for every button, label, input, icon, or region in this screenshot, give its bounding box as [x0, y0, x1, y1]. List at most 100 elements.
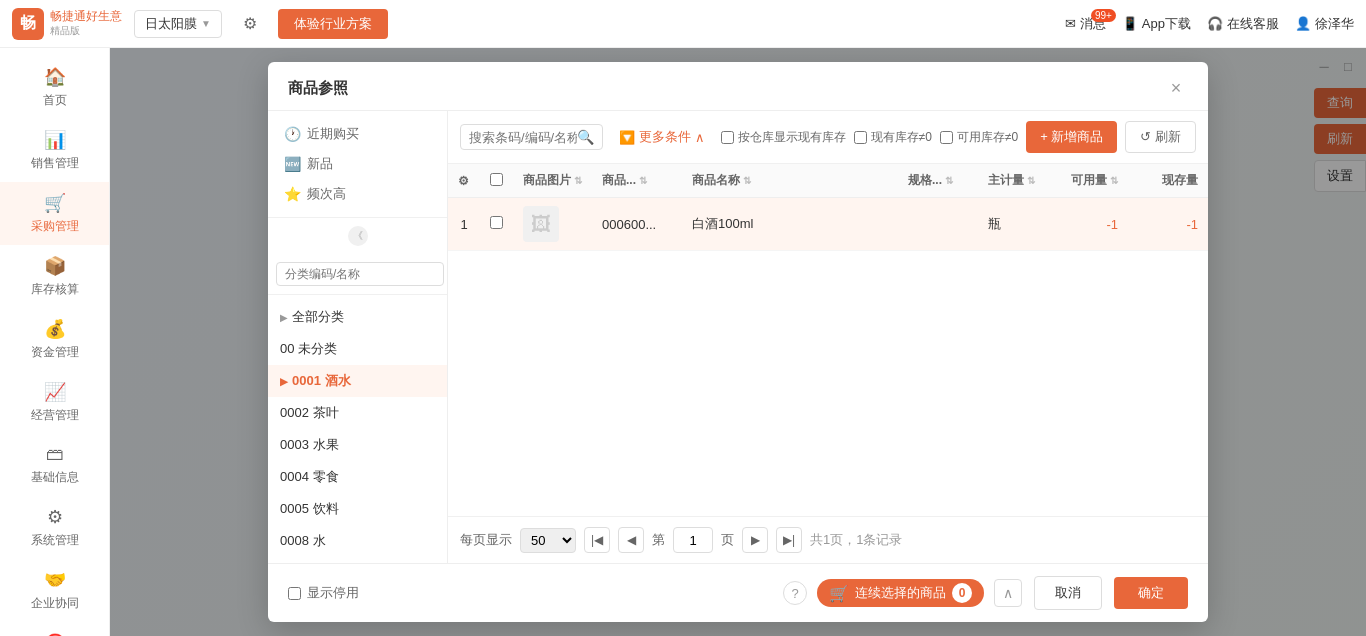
name-header-label: 商品名称 [692, 172, 740, 189]
table-header-spec: 规格... ⇅ [898, 164, 978, 198]
available-filter[interactable]: 可用库存≠0 [940, 129, 1018, 146]
help-icon[interactable]: ? [783, 581, 807, 605]
product-code-cell: 000600... [592, 198, 682, 251]
modal-body: 🕐 近期购买 🆕 新品 ⭐ 频次高 [268, 111, 1208, 563]
cat-item-tea[interactable]: 0002 茶叶 [268, 397, 447, 429]
add-product-button[interactable]: + 新增商品 [1026, 121, 1117, 153]
cat-arrow-icon: ▶ [280, 312, 288, 323]
sidebar-item-operations[interactable]: 📈 经营管理 [0, 371, 109, 434]
show-disabled-input[interactable] [288, 587, 301, 600]
toolbar-right: + 新增商品 ↺ 刷新 [1026, 121, 1196, 153]
current-stock-checkbox[interactable] [854, 131, 867, 144]
cat-item-liquor[interactable]: ▶ 0001 酒水 [268, 365, 447, 397]
cat-item-water[interactable]: 0008 水 [268, 525, 447, 557]
collapse-panel-button[interactable]: 《 [348, 226, 368, 246]
cat-item-snacks[interactable]: 0004 零食 [268, 461, 447, 493]
cat-label: 0001 酒水 [292, 372, 351, 390]
warehouse-filter[interactable]: 按仓库显示现有库存 [721, 129, 846, 146]
collapse-up-button[interactable]: ∧ [994, 579, 1022, 607]
row-checkbox[interactable] [490, 216, 503, 229]
current-stock-filter[interactable]: 现有库存≠0 [854, 129, 932, 146]
product-stock: -1 [1186, 217, 1198, 232]
cat-item-unclassified[interactable]: 00 未分类 [268, 333, 447, 365]
cat-item-all[interactable]: ▶ 全部分类 [268, 301, 447, 333]
cat-item-fruit[interactable]: 0003 水果 [268, 429, 447, 461]
table-header-settings[interactable]: ⚙ [448, 164, 480, 198]
product-unit: 瓶 [988, 216, 1001, 231]
next-page-button[interactable]: ▶ [742, 527, 768, 553]
nav-selector[interactable]: 日太阳膜 ▼ [134, 10, 222, 38]
confirm-button[interactable]: 确定 [1114, 577, 1188, 609]
cancel-button[interactable]: 取消 [1034, 576, 1102, 610]
topbar-right: ✉ 消息 99+ 📱 App下载 🎧 在线客服 👤 徐泽华 [1065, 15, 1354, 33]
product-unit-cell: 瓶 [978, 198, 1048, 251]
quick-high-frequency[interactable]: ⭐ 频次高 [276, 179, 439, 209]
sort-icon: ⇅ [743, 175, 751, 186]
per-page-select[interactable]: 50 100 [520, 528, 576, 553]
sidebar-item-finance[interactable]: 💰 资金管理 [0, 308, 109, 371]
sidebar-item-sales[interactable]: 📊 销售管理 [0, 119, 109, 182]
product-search-input[interactable] [469, 130, 577, 145]
cart-button[interactable]: 🛒 连续选择的商品 0 [817, 579, 984, 607]
user-avatar[interactable]: 👤 徐泽华 [1295, 15, 1354, 33]
headset-icon: 🎧 [1207, 16, 1223, 31]
show-disabled-label: 显示停用 [307, 584, 359, 602]
select-all-checkbox[interactable] [490, 173, 503, 186]
cat-label: 0002 茶叶 [280, 404, 339, 422]
table-row[interactable]: 1 🖼 [448, 198, 1208, 251]
message-button[interactable]: ✉ 消息 99+ [1065, 15, 1106, 33]
page-number-input[interactable] [673, 527, 713, 553]
product-spec-cell [898, 198, 978, 251]
page-label: 第 [652, 531, 665, 549]
first-page-button[interactable]: |◀ [584, 527, 610, 553]
category-panel: 🕐 近期购买 🆕 新品 ⭐ 频次高 [268, 111, 448, 563]
sort-icon: ⇅ [639, 175, 647, 186]
cat-item-drinks[interactable]: 0005 饮料 [268, 493, 447, 525]
app-download-button[interactable]: 📱 App下载 [1122, 15, 1191, 33]
available-checkbox[interactable] [940, 131, 953, 144]
sidebar-item-home[interactable]: 🏠 首页 [0, 56, 109, 119]
logo-sub: 精品版 [50, 24, 122, 38]
settings-icon[interactable]: ⚙ [234, 8, 266, 40]
system-icon: ⚙ [47, 506, 63, 528]
trial-button[interactable]: 体验行业方案 [278, 9, 388, 39]
guide-icon: 🎯 [44, 632, 66, 636]
page-suffix: 页 [721, 531, 734, 549]
more-filter-button[interactable]: 🔽 更多条件 ∧ [611, 124, 713, 150]
sidebar: 🏠 首页 📊 销售管理 🛒 采购管理 📦 库存核算 💰 资金管理 📈 经营管理 … [0, 48, 110, 636]
sidebar-item-label: 企业协同 [31, 595, 79, 612]
search-icon[interactable]: 🔍 [577, 129, 594, 145]
last-page-button[interactable]: ▶| [776, 527, 802, 553]
sidebar-item-system[interactable]: ⚙ 系统管理 [0, 496, 109, 559]
refresh-button[interactable]: ↺ 刷新 [1125, 121, 1196, 153]
sidebar-item-basic-info[interactable]: 🗃 基础信息 [0, 434, 109, 496]
unit-header-label: 主计量 [988, 172, 1024, 189]
enterprise-icon: 🤝 [44, 569, 66, 591]
quick-new-products[interactable]: 🆕 新品 [276, 149, 439, 179]
category-search-input[interactable] [276, 262, 444, 286]
product-panel: 🔍 🔽 更多条件 ∧ 按仓库显示现有库存 [448, 111, 1208, 563]
cat-label: 全部分类 [292, 308, 344, 326]
product-name-cell: 白酒100ml [682, 198, 898, 251]
modal-close-button[interactable]: × [1164, 76, 1188, 100]
sidebar-item-label: 经营管理 [31, 407, 79, 424]
quick-recent-purchases[interactable]: 🕐 近期购买 [276, 119, 439, 149]
sidebar-item-guide[interactable]: 🎯 新手引导 [0, 622, 109, 636]
chevron-down-icon: ▼ [201, 18, 211, 29]
show-disabled-checkbox[interactable]: 显示停用 [288, 584, 359, 602]
warehouse-checkbox[interactable] [721, 131, 734, 144]
modal-overlay: 商品参照 × 🕐 近期购买 🆕 [110, 48, 1366, 636]
search-bar: 🔍 🔽 更多条件 ∧ 按仓库显示现有库存 [448, 111, 1208, 164]
sidebar-item-purchase[interactable]: 🛒 采购管理 [0, 182, 109, 245]
category-list: ▶ 全部分类 00 未分类 ▶ 0001 酒水 0002 茶 [268, 295, 447, 563]
table-header-unit: 主计量 ⇅ [978, 164, 1048, 198]
sidebar-item-inventory[interactable]: 📦 库存核算 [0, 245, 109, 308]
prev-page-button[interactable]: ◀ [618, 527, 644, 553]
logo-area: 畅 畅捷通好生意 精品版 [12, 8, 122, 40]
phone-icon: 📱 [1122, 16, 1138, 31]
sidebar-item-enterprise[interactable]: 🤝 企业协同 [0, 559, 109, 622]
pagination-bar: 每页显示 50 100 |◀ ◀ 第 页 ▶ ▶| [448, 516, 1208, 563]
cart-icon: 🛒 [829, 584, 849, 603]
service-button[interactable]: 🎧 在线客服 [1207, 15, 1279, 33]
table-header-code: 商品... ⇅ [592, 164, 682, 198]
